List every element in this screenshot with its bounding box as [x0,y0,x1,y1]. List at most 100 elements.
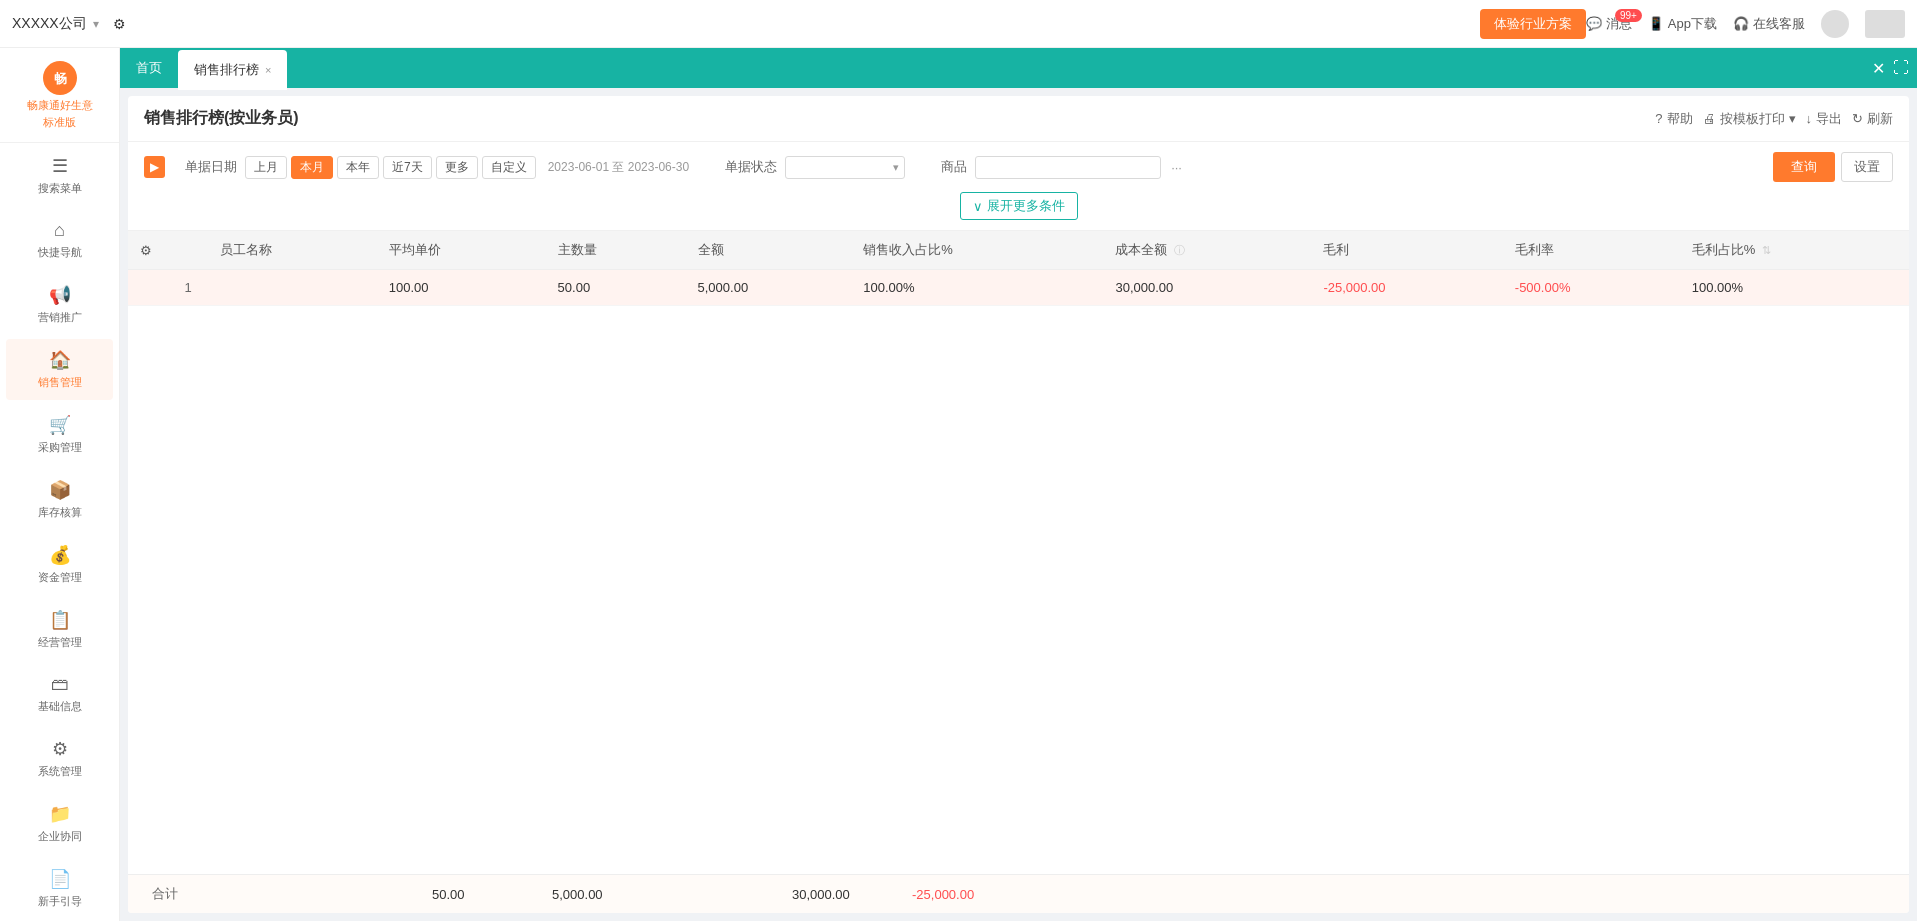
sidebar: 畅 畅康通好生意 标准版 ☰ 搜索菜单 ⌂ 快捷导航 📢 营销推广 🏠 销售管理… [0,48,120,921]
top-bar-right: 💬 消息 99+ 📱 App下载 🎧 在线客服 [1586,10,1905,38]
company-selector[interactable]: XXXXX公司 ▾ ⚙ [12,15,1468,33]
message-badge: 99+ [1615,9,1642,22]
sidebar-item-inventory[interactable]: 📦 库存核算 [6,469,113,530]
basics-icon: 🗃 [51,674,69,695]
filter-goods-label: 商品 [941,158,967,176]
date-btn-more[interactable]: 更多 [436,156,478,179]
row-gross: -25,000.00 [1311,270,1502,306]
col-amount: 全额 [686,231,852,270]
sidebar-item-search[interactable]: ☰ 搜索菜单 [6,145,113,206]
footer-cost: 30,000.00 [780,887,900,902]
expand-arrow-icon: ▶ [144,156,165,178]
tab-home-label: 首页 [136,59,162,77]
row-rank: 1 [168,270,208,306]
window-close-icon[interactable]: ✕ [1872,59,1885,78]
col-gross: 毛利 [1311,231,1502,270]
expand-more-button[interactable]: ∨ 展开更多条件 [960,192,1078,220]
table-head: ⚙ 员工名称 平均单价 主数量 [128,231,1909,270]
tab-bar-right: ✕ ⛶ [1872,59,1917,78]
sidebar-label-guide: 新手引导 [38,894,82,909]
tab-sales-ranking[interactable]: 销售排行榜 × [178,50,287,90]
filter-status-label: 单据状态 [725,158,777,176]
message-button[interactable]: 💬 消息 99+ [1586,15,1632,33]
message-icon: 💬 [1586,16,1602,31]
footer-label: 合计 [140,885,420,903]
layout: 畅 畅康通好生意 标准版 ☰ 搜索菜单 ⌂ 快捷导航 📢 营销推广 🏠 销售管理… [0,48,1917,921]
main-content: 首页 销售排行榜 × ✕ ⛶ 销售排行榜(按业务员) ? 帮助 [120,48,1917,921]
filter-date-item: 单据日期 上月 本月 本年 近7天 更多 自定义 2023-06-01 至 20… [185,156,689,179]
filter-expand-arrow[interactable]: ▶ [144,156,165,178]
row-cost: 30,000.00 [1103,270,1311,306]
help-button[interactable]: ? 帮助 [1655,110,1692,128]
sidebar-label-operations: 经营管理 [38,635,82,650]
goods-input[interactable] [975,156,1161,179]
col-cost: 成本全额 ⓘ [1103,231,1311,270]
sidebar-item-sales[interactable]: 🏠 销售管理 [6,339,113,400]
filter-actions: 查询 设置 [1773,152,1893,182]
export-button[interactable]: ↓ 导出 [1806,110,1843,128]
sidebar-item-basics[interactable]: 🗃 基础信息 [6,664,113,724]
print-button[interactable]: 🖨 按模板打印 ▾ [1703,110,1796,128]
trial-button[interactable]: 体验行业方案 [1480,9,1586,39]
phone-icon: 📱 [1648,16,1664,31]
gross-pct-sort[interactable]: ⇅ [1762,244,1771,256]
col-sales-pct: 销售收入占比% [851,231,1103,270]
date-btn-custom[interactable]: 自定义 [482,156,536,179]
online-service-button[interactable]: 🎧 在线客服 [1733,15,1805,33]
settings-button[interactable]: 设置 [1841,152,1893,182]
filter-row-1: ▶ 单据日期 上月 本月 本年 近7天 更多 自定义 2023-06-01 至 … [144,152,1893,182]
status-select[interactable] [785,156,905,179]
sidebar-item-marketing[interactable]: 📢 营销推广 [6,274,113,335]
date-btn-thisyear[interactable]: 本年 [337,156,379,179]
sidebar-logo: 畅 畅康通好生意 标准版 [0,48,119,143]
tab-sales-ranking-label: 销售排行榜 [194,61,259,79]
tab-bar: 首页 销售排行榜 × ✕ ⛶ [120,48,1917,88]
filter-goods-item: 商品 ··· [941,156,1182,179]
logo-text-line2: 标准版 [43,115,76,130]
avatar[interactable] [1821,10,1849,38]
sidebar-label-search: 搜索菜单 [38,181,82,196]
sidebar-item-system[interactable]: ⚙ 系统管理 [6,728,113,789]
page-title: 销售排行榜(按业务员) [144,108,1655,129]
headset-icon: 🎧 [1733,16,1749,31]
sidebar-item-operations[interactable]: 📋 经营管理 [6,599,113,660]
filter-date-label: 单据日期 [185,158,237,176]
purchase-icon: 🛒 [49,414,71,436]
row-settings-col [128,270,168,306]
tab-home[interactable]: 首页 [120,48,178,88]
status-select-wrapper [785,156,905,179]
sidebar-label-system: 系统管理 [38,764,82,779]
svg-text:畅: 畅 [53,71,66,86]
company-chevron: ▾ [93,17,99,31]
window-expand-icon[interactable]: ⛶ [1893,59,1909,77]
tab-close-icon[interactable]: × [265,64,271,76]
settings-icon[interactable]: ⚙ [113,16,126,32]
sidebar-item-quicknav[interactable]: ⌂ 快捷导航 [6,210,113,270]
sidebar-item-guide[interactable]: 📄 新手引导 [6,858,113,919]
print-icon: 🖨 [1703,111,1716,126]
cost-info-icon: ⓘ [1174,244,1185,256]
date-btn-7days[interactable]: 近7天 [383,156,432,179]
col-qty: 主数量 [546,231,686,270]
sidebar-item-enterprise[interactable]: 📁 企业协同 [6,793,113,854]
row-amount: 5,000.00 [686,270,852,306]
date-btn-lastmonth[interactable]: 上月 [245,156,287,179]
table-settings-icon[interactable]: ⚙ [140,243,152,258]
date-btn-thismonth[interactable]: 本月 [291,156,333,179]
data-table: ⚙ 员工名称 平均单价 主数量 [128,231,1909,306]
company-name: XXXXX公司 [12,15,87,33]
expand-more-row: ∨ 展开更多条件 [144,192,1893,220]
refresh-button[interactable]: ↻ 刷新 [1852,110,1893,128]
footer-qty: 50.00 [420,887,540,902]
sidebar-item-purchase[interactable]: 🛒 采购管理 [6,404,113,465]
logo-text-line1: 畅康通好生意 [27,98,93,113]
table-body: 1 100.00 50.00 5,000.00 100.00% 30,000.0… [128,270,1909,306]
search-icon: ☰ [52,155,68,177]
goods-more-icon[interactable]: ··· [1171,160,1182,175]
row-name [208,270,377,306]
app-download-button[interactable]: 📱 App下载 [1648,15,1717,33]
marketing-icon: 📢 [49,284,71,306]
sidebar-item-finance[interactable]: 💰 资金管理 [6,534,113,595]
logo-icon: 畅 [42,60,78,96]
query-button[interactable]: 查询 [1773,152,1835,182]
